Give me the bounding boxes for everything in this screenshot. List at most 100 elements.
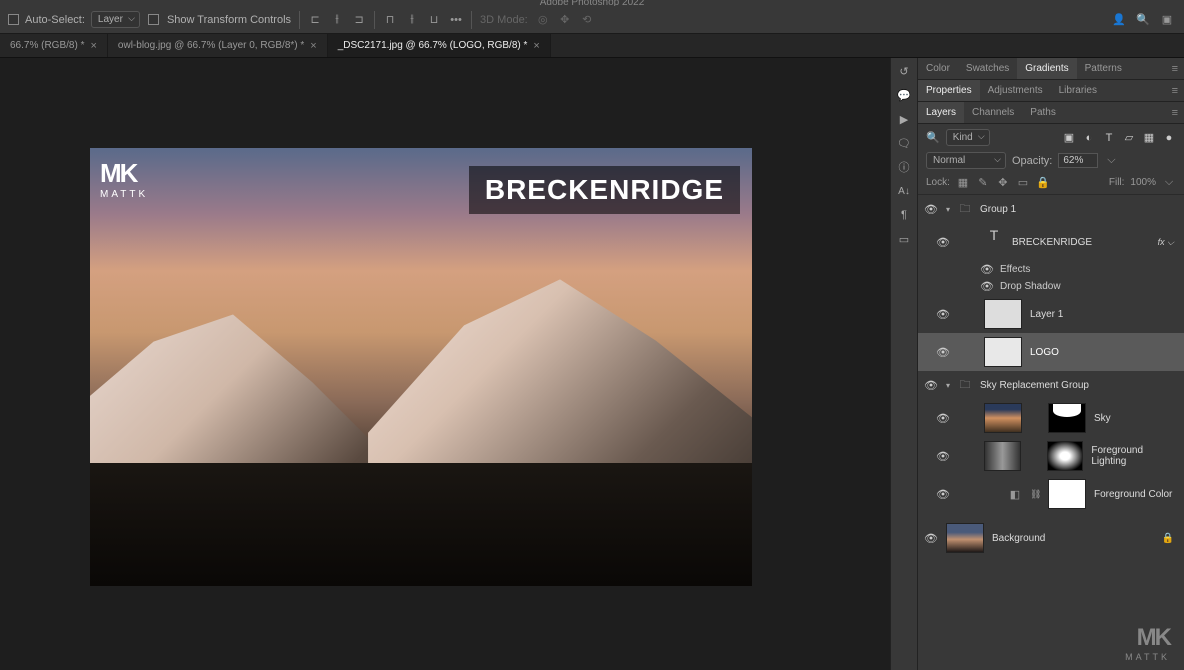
tab-swatches[interactable]: Swatches: [958, 58, 1017, 79]
workspace-icon[interactable]: ▣: [1160, 13, 1174, 27]
fx-badge[interactable]: fx ⌵: [1158, 237, 1178, 248]
history-icon[interactable]: ↺: [897, 64, 911, 78]
canvas-title-box: BRECKENRIDGE: [469, 166, 740, 214]
close-icon[interactable]: ×: [533, 40, 539, 52]
align-center-v-icon[interactable]: ⫲: [405, 13, 419, 27]
layer-text-breckenridge[interactable]: 👁 T BRECKENRIDGE fx ⌵: [918, 223, 1184, 261]
visibility-icon[interactable]: 👁: [924, 379, 938, 392]
folder-icon: 🗀: [958, 378, 972, 392]
canvas-logo: MK MATTK: [100, 158, 148, 200]
layer-group1[interactable]: 👁 ▾ 🗀 Group 1: [918, 195, 1184, 223]
chevron-down-icon[interactable]: ▾: [946, 205, 950, 214]
tab-properties[interactable]: Properties: [918, 80, 980, 101]
layer-background[interactable]: 👁 Background 🔒: [918, 519, 1184, 557]
effects-row[interactable]: 👁 Effects: [918, 261, 1184, 278]
panel-menu-icon[interactable]: ≡: [1166, 63, 1184, 75]
doc-tab-1[interactable]: 66.7% (RGB/8) *×: [0, 34, 108, 57]
layer-thumb: [984, 403, 1022, 433]
visibility-icon[interactable]: 👁: [936, 412, 950, 425]
opacity-label: Opacity:: [1012, 155, 1052, 167]
chat-icon[interactable]: 🗨: [897, 136, 911, 150]
filter-toggle-icon[interactable]: ●: [1162, 131, 1176, 145]
visibility-icon[interactable]: 👁: [936, 488, 950, 501]
lock-all-icon[interactable]: 🔒: [1036, 175, 1050, 189]
more-icon[interactable]: •••: [449, 13, 463, 27]
fill-field[interactable]: 100%: [1130, 177, 1156, 188]
lock-icon[interactable]: 🔒: [1162, 533, 1178, 544]
visibility-icon[interactable]: 👁: [980, 263, 994, 276]
lock-artboard-icon[interactable]: ▭: [1016, 175, 1030, 189]
transform-checkbox[interactable]: [148, 14, 159, 25]
paragraph-icon[interactable]: ¶: [897, 208, 911, 222]
align-right-icon[interactable]: ⊐: [352, 13, 366, 27]
document-canvas[interactable]: MK MATTK BRECKENRIDGE: [90, 148, 752, 586]
align-top-icon[interactable]: ⊓: [383, 13, 397, 27]
play-icon[interactable]: ▶: [897, 112, 911, 126]
tab-libraries[interactable]: Libraries: [1051, 80, 1105, 101]
auto-select-checkbox[interactable]: [8, 14, 19, 25]
screen-icon[interactable]: ▭: [897, 232, 911, 246]
drop-shadow-row[interactable]: 👁 Drop Shadow: [918, 278, 1184, 295]
mask-thumb: [1048, 479, 1086, 509]
tab-gradients[interactable]: Gradients: [1017, 58, 1076, 79]
search-icon[interactable]: 🔍: [1136, 13, 1150, 27]
align-left-icon[interactable]: ⊏: [308, 13, 322, 27]
visibility-icon[interactable]: 👁: [936, 346, 950, 359]
layer-layer1[interactable]: 👁 Layer 1: [918, 295, 1184, 333]
auto-select-mode-dropdown[interactable]: Layer: [91, 11, 140, 28]
doc-tab-3[interactable]: _DSC2171.jpg @ 66.7% (LOGO, RGB/8) *×: [328, 34, 551, 57]
comments-icon[interactable]: 💬: [897, 88, 911, 102]
user-icon[interactable]: 👤: [1112, 13, 1126, 27]
pan-icon: ✥: [558, 13, 572, 27]
link-icon: ⛓: [1030, 489, 1040, 500]
tab-patterns[interactable]: Patterns: [1077, 58, 1130, 79]
layer-thumb: [984, 299, 1022, 329]
layer-logo[interactable]: 👁 LOGO: [918, 333, 1184, 371]
document-tabs: 66.7% (RGB/8) *× owl-blog.jpg @ 66.7% (L…: [0, 34, 1184, 58]
lock-brush-icon[interactable]: ✎: [976, 175, 990, 189]
kind-dropdown[interactable]: Kind: [946, 129, 990, 146]
chevron-down-icon[interactable]: ▾: [946, 381, 950, 390]
layer-thumb: [984, 441, 1021, 471]
align-center-h-icon[interactable]: ⫲: [330, 13, 344, 27]
char-icon[interactable]: A↓: [897, 184, 911, 198]
layer-sky[interactable]: 👁 Sky: [918, 399, 1184, 437]
chevron-down-icon[interactable]: ⌵: [1162, 175, 1176, 189]
close-icon[interactable]: ×: [90, 40, 96, 52]
filter-image-icon[interactable]: ▣: [1062, 131, 1076, 145]
visibility-icon[interactable]: 👁: [924, 532, 938, 545]
lock-move-icon[interactable]: ✥: [996, 175, 1010, 189]
close-icon[interactable]: ×: [310, 40, 316, 52]
tab-layers[interactable]: Layers: [918, 102, 964, 123]
layer-sky-group[interactable]: 👁 ▾ 🗀 Sky Replacement Group: [918, 371, 1184, 399]
filter-adjust-icon[interactable]: ◐: [1082, 131, 1096, 145]
visibility-icon[interactable]: 👁: [936, 308, 950, 321]
tab-adjustments[interactable]: Adjustments: [980, 80, 1051, 101]
visibility-icon[interactable]: 👁: [924, 203, 938, 216]
visibility-icon[interactable]: 👁: [936, 236, 950, 249]
tab-color[interactable]: Color: [918, 58, 958, 79]
filter-shape-icon[interactable]: ▱: [1122, 131, 1136, 145]
layer-fg-light[interactable]: 👁 Foreground Lighting: [918, 437, 1184, 475]
dolly-icon: ⟲: [580, 13, 594, 27]
blend-mode-dropdown[interactable]: Normal: [926, 152, 1006, 169]
panel-menu-icon[interactable]: ≡: [1166, 85, 1184, 97]
align-bottom-icon[interactable]: ⊔: [427, 13, 441, 27]
visibility-icon[interactable]: 👁: [980, 280, 994, 293]
info-icon[interactable]: ⓘ: [897, 160, 911, 174]
adjustment-icon: ◧: [1008, 487, 1022, 501]
doc-tab-2[interactable]: owl-blog.jpg @ 66.7% (Layer 0, RGB/8*) *…: [108, 34, 328, 57]
canvas-area[interactable]: MK MATTK BRECKENRIDGE: [0, 58, 890, 670]
chevron-down-icon[interactable]: ⌵: [1104, 154, 1118, 168]
tab-paths[interactable]: Paths: [1022, 102, 1064, 123]
orbit-icon: ◎: [536, 13, 550, 27]
panel-menu-icon[interactable]: ≡: [1166, 107, 1184, 119]
filter-type-icon[interactable]: T: [1102, 131, 1116, 145]
opacity-field[interactable]: 62%: [1058, 153, 1098, 168]
visibility-icon[interactable]: 👁: [936, 450, 950, 463]
layer-fg-color[interactable]: 👁 ◧ ⛓ Foreground Color: [918, 475, 1184, 513]
filter-smart-icon[interactable]: ▦: [1142, 131, 1156, 145]
tab-channels[interactable]: Channels: [964, 102, 1022, 123]
layer-thumb: [946, 523, 984, 553]
lock-trans-icon[interactable]: ▦: [956, 175, 970, 189]
